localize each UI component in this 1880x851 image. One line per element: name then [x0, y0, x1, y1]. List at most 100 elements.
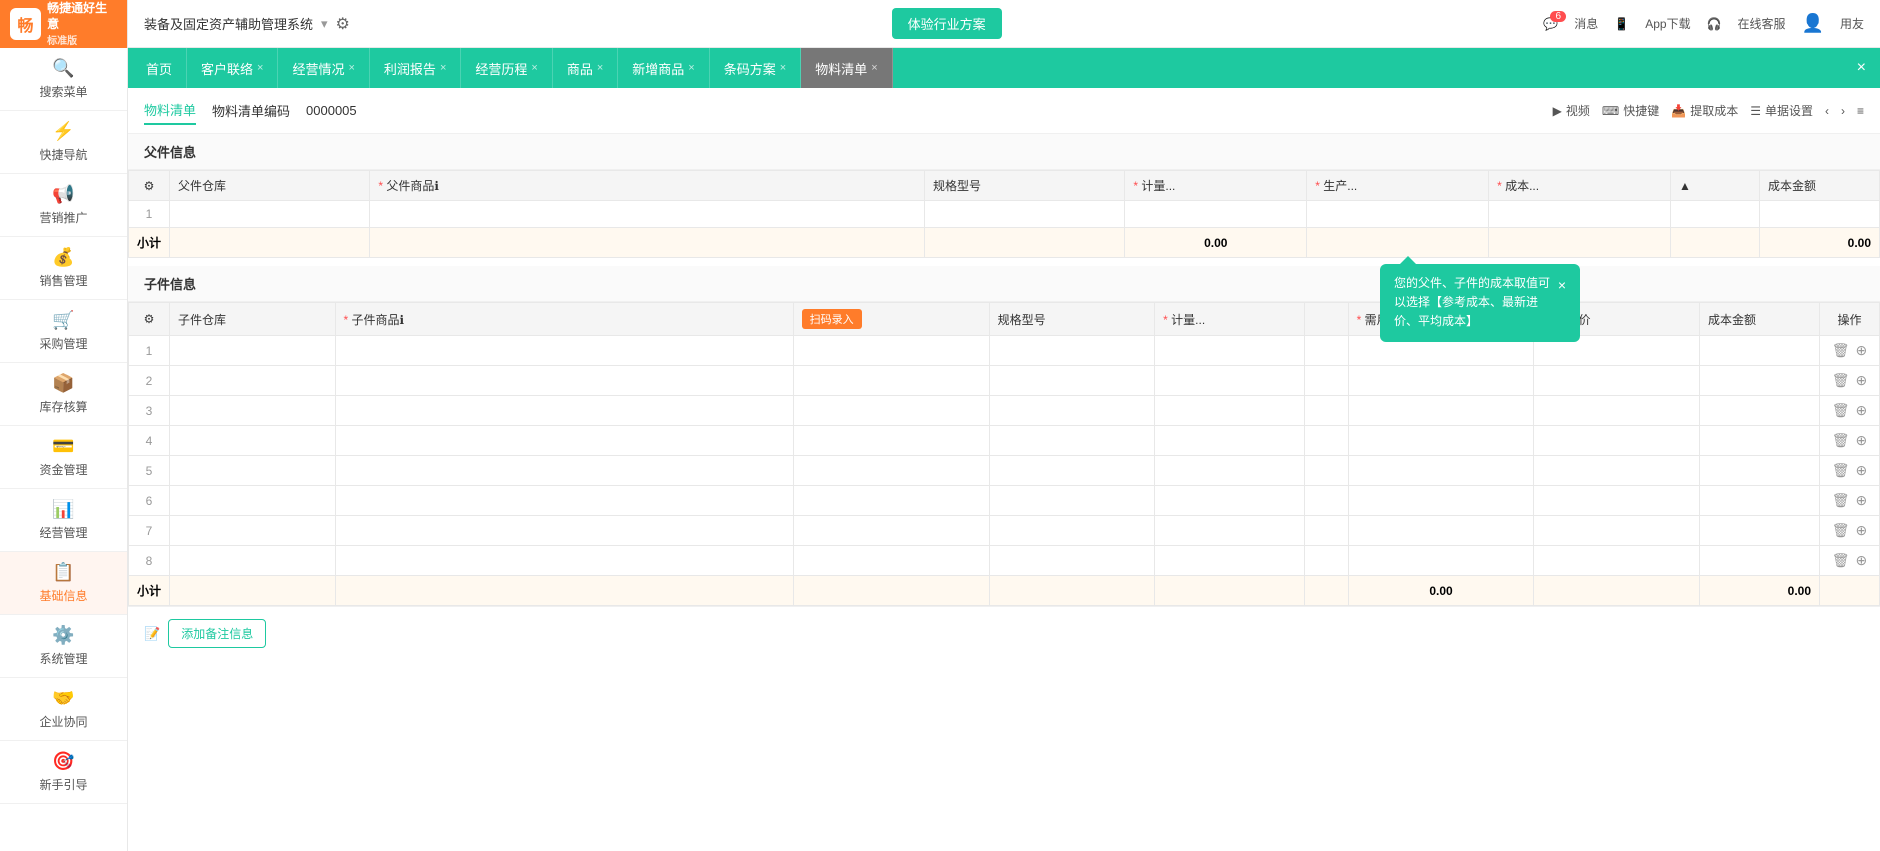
service-icon[interactable]: 🎧 — [1707, 17, 1722, 31]
child-row-2-warehouse[interactable] — [170, 366, 335, 396]
parent-row-1-goods[interactable] — [370, 201, 925, 228]
child-row-3-goods[interactable] — [335, 396, 793, 426]
child-row-1-goods[interactable] — [335, 336, 793, 366]
child-row-5-goods[interactable] — [335, 456, 793, 486]
sidebar-item-operations[interactable]: 📊 经营管理 — [0, 489, 127, 552]
tab-goods-close[interactable]: × — [597, 62, 603, 74]
parent-row-1-warehouse[interactable] — [170, 201, 370, 228]
child-row-3-warehouse[interactable] — [170, 396, 335, 426]
sidebar-item-system[interactable]: ⚙️ 系统管理 — [0, 615, 127, 678]
tab-new-goods-close[interactable]: × — [688, 62, 694, 74]
tab-business-status-close[interactable]: × — [348, 62, 354, 74]
parent-row-1-unit[interactable] — [1125, 201, 1307, 228]
child-row-1-unit[interactable] — [1155, 336, 1305, 366]
tab-barcode[interactable]: 条码方案 × — [710, 48, 801, 88]
child-row-8-unit-cost[interactable] — [1534, 546, 1700, 576]
child-row-5-qty[interactable] — [1348, 456, 1534, 486]
tab-new-goods[interactable]: 新增商品 × — [618, 48, 709, 88]
tab-profit[interactable]: 利润报告 × — [370, 48, 461, 88]
child-row-8-copy-icon[interactable]: ⊕ — [1856, 552, 1868, 569]
child-col-settings[interactable]: ⚙ — [129, 303, 170, 336]
child-row-5-unit-cost[interactable] — [1534, 456, 1700, 486]
sidebar-item-basic-info[interactable]: 📋 基础信息 — [0, 552, 127, 615]
child-row-5-warehouse[interactable] — [170, 456, 335, 486]
action-doc-settings[interactable]: ☰ 单据设置 — [1750, 102, 1813, 119]
child-row-6-warehouse[interactable] — [170, 486, 335, 516]
child-row-5-unit[interactable] — [1155, 456, 1305, 486]
child-row-4-warehouse[interactable] — [170, 426, 335, 456]
sidebar-item-quick-nav[interactable]: ⚡ 快捷导航 — [0, 111, 127, 174]
app-download-label[interactable]: App下载 — [1645, 15, 1690, 32]
child-row-7-unit[interactable] — [1155, 516, 1305, 546]
dropdown-arrow-icon[interactable]: ▾ — [321, 16, 328, 32]
child-row-7-delete-icon[interactable]: 🗑 — [1832, 522, 1850, 539]
parent-row-1-cost[interactable] — [1489, 201, 1671, 228]
child-row-8-qty[interactable] — [1348, 546, 1534, 576]
message-icon[interactable]: 💬 6 — [1543, 17, 1558, 31]
child-row-8-unit[interactable] — [1155, 546, 1305, 576]
child-row-8-warehouse[interactable] — [170, 546, 335, 576]
tab-goods[interactable]: 商品 × — [553, 48, 618, 88]
child-row-4-spec[interactable] — [989, 426, 1154, 456]
tab-home[interactable]: 首页 — [132, 48, 187, 88]
sidebar-item-purchase[interactable]: 🛒 采购管理 — [0, 300, 127, 363]
scan-input-button[interactable]: 扫码录入 — [802, 309, 862, 329]
sidebar-item-enterprise[interactable]: 🤝 企业协同 — [0, 678, 127, 741]
user-avatar-icon[interactable]: 👤 — [1802, 13, 1824, 34]
child-row-6-copy-icon[interactable]: ⊕ — [1856, 492, 1868, 509]
nav-next-icon[interactable]: › — [1841, 104, 1845, 118]
child-row-6-delete-icon[interactable]: 🗑 — [1832, 492, 1850, 509]
sidebar-item-sales[interactable]: 💰 销售管理 — [0, 237, 127, 300]
nav-prev-icon[interactable]: ‹ — [1825, 104, 1829, 118]
child-row-4-qty[interactable] — [1348, 426, 1534, 456]
child-row-5-copy-icon[interactable]: ⊕ — [1856, 462, 1868, 479]
app-download-icon[interactable]: 📱 — [1614, 17, 1629, 31]
close-all-tabs-button[interactable]: × — [1847, 59, 1876, 77]
action-video[interactable]: ▶ 视频 — [1553, 102, 1590, 119]
sidebar-item-marketing[interactable]: 📢 营销推广 — [0, 174, 127, 237]
child-row-5-spec[interactable] — [989, 456, 1154, 486]
tab-barcode-close[interactable]: × — [780, 62, 786, 74]
child-row-2-spec[interactable] — [989, 366, 1154, 396]
child-row-8-spec[interactable] — [989, 546, 1154, 576]
child-col-scan[interactable]: 扫码录入 — [793, 303, 989, 336]
child-row-2-delete-icon[interactable]: 🗑 — [1832, 372, 1850, 389]
tab-history-close[interactable]: × — [531, 62, 537, 74]
child-row-7-unit-cost[interactable] — [1534, 516, 1700, 546]
child-row-2-goods[interactable] — [335, 366, 793, 396]
child-row-2-unit[interactable] — [1155, 366, 1305, 396]
child-row-7-qty[interactable] — [1348, 516, 1534, 546]
parent-row-1-produce[interactable] — [1307, 201, 1489, 228]
child-row-2-copy-icon[interactable]: ⊕ — [1856, 372, 1868, 389]
action-shortcut[interactable]: ⌨ 快捷键 — [1602, 102, 1659, 119]
child-row-5-delete-icon[interactable]: 🗑 — [1832, 462, 1850, 479]
sub-tab-bom-list[interactable]: 物料清单 — [144, 96, 196, 125]
child-row-6-spec[interactable] — [989, 486, 1154, 516]
child-row-3-unit-cost[interactable] — [1534, 396, 1700, 426]
child-row-3-copy-icon[interactable]: ⊕ — [1856, 402, 1868, 419]
child-row-6-unit[interactable] — [1155, 486, 1305, 516]
trial-button[interactable]: 体验行业方案 — [892, 8, 1002, 39]
child-row-3-delete-icon[interactable]: 🗑 — [1832, 402, 1850, 419]
sidebar-item-inventory[interactable]: 📦 库存核算 — [0, 363, 127, 426]
child-row-3-qty[interactable] — [1348, 396, 1534, 426]
tab-profit-close[interactable]: × — [440, 62, 446, 74]
child-row-4-unit[interactable] — [1155, 426, 1305, 456]
child-row-1-delete-icon[interactable]: 🗑 — [1832, 342, 1850, 359]
child-row-8-goods[interactable] — [335, 546, 793, 576]
child-row-4-goods[interactable] — [335, 426, 793, 456]
child-row-2-unit-cost[interactable] — [1534, 366, 1700, 396]
tab-business-status[interactable]: 经营情况 × — [278, 48, 369, 88]
tab-bom-close[interactable]: × — [871, 62, 877, 74]
child-row-3-unit[interactable] — [1155, 396, 1305, 426]
child-row-7-copy-icon[interactable]: ⊕ — [1856, 522, 1868, 539]
add-note-button[interactable]: 添加备注信息 — [168, 619, 266, 648]
sidebar-item-finance[interactable]: 💳 资金管理 — [0, 426, 127, 489]
child-row-7-spec[interactable] — [989, 516, 1154, 546]
nav-menu-icon[interactable]: ≡ — [1857, 104, 1864, 118]
child-row-3-spec[interactable] — [989, 396, 1154, 426]
child-row-4-unit-cost[interactable] — [1534, 426, 1700, 456]
sidebar-item-guide[interactable]: 🎯 新手引导 — [0, 741, 127, 804]
child-row-1-copy-icon[interactable]: ⊕ — [1856, 342, 1868, 359]
child-row-8-delete-icon[interactable]: 🗑 — [1832, 552, 1850, 569]
